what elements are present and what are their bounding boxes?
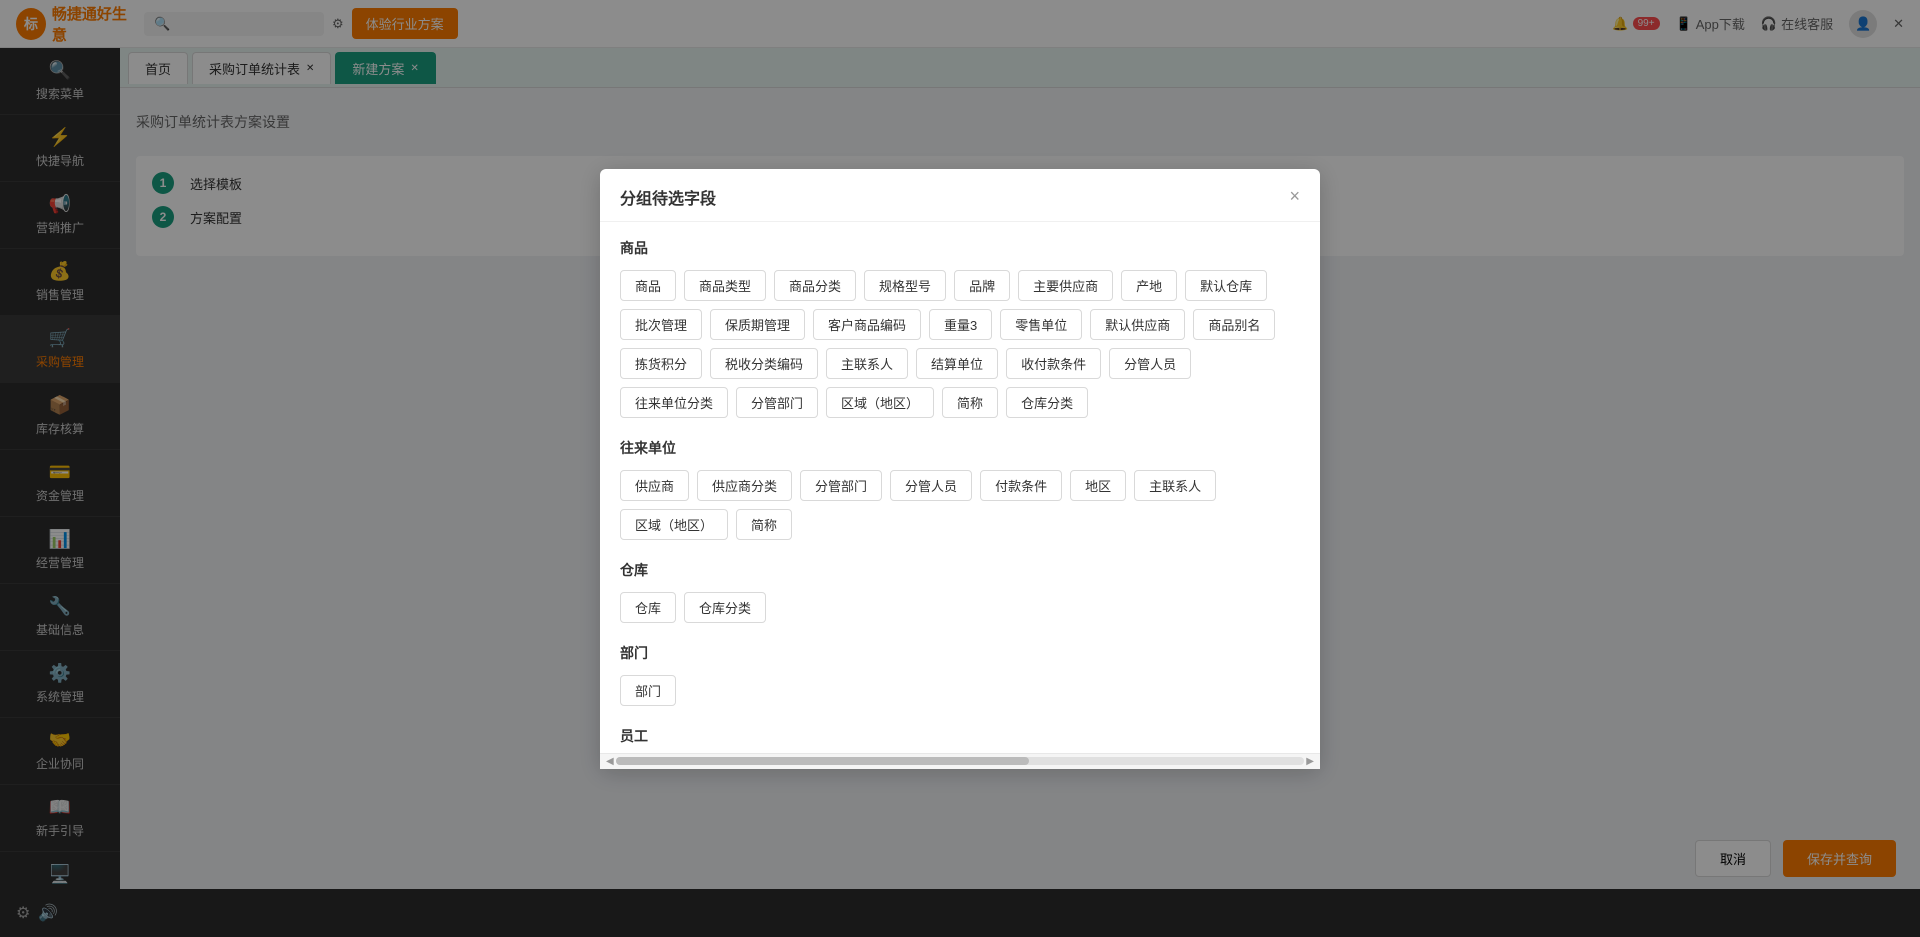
hscroll-right[interactable]: ▶ [1304, 756, 1316, 767]
field-tag-manager-staff[interactable]: 分管人员 [1109, 348, 1191, 379]
field-tag-abbr[interactable]: 简称 [942, 387, 998, 418]
field-tag-partner-manager[interactable]: 分管人员 [890, 470, 972, 501]
field-tag-product[interactable]: 商品 [620, 270, 676, 301]
section-warehouse: 仓库 仓库 仓库分类 [620, 560, 1300, 623]
field-tag-partner-region[interactable]: 区域（地区） [620, 509, 728, 540]
field-tag-default-supplier[interactable]: 默认供应商 [1090, 309, 1185, 340]
field-tag-default-warehouse[interactable]: 默认仓库 [1185, 270, 1267, 301]
hscrollbar-track[interactable] [616, 757, 1305, 765]
modal-header: 分组待选字段 × [600, 169, 1320, 222]
field-tag-payment-terms[interactable]: 收付款条件 [1006, 348, 1101, 379]
field-tag-supplier[interactable]: 供应商 [620, 470, 689, 501]
field-tag-main-supplier[interactable]: 主要供应商 [1018, 270, 1113, 301]
field-tag-partner-contact[interactable]: 主联系人 [1134, 470, 1216, 501]
section-department: 部门 部门 [620, 643, 1300, 706]
field-tag-main-contact[interactable]: 主联系人 [826, 348, 908, 379]
section-partner-title: 往来单位 [620, 438, 1300, 458]
field-tag-origin[interactable]: 产地 [1121, 270, 1177, 301]
field-tag-shelf-life[interactable]: 保质期管理 [710, 309, 805, 340]
field-tag-warehouse-cat[interactable]: 仓库分类 [1006, 387, 1088, 418]
field-tag-settlement-unit[interactable]: 结算单位 [916, 348, 998, 379]
field-tag-product-alias[interactable]: 商品别名 [1193, 309, 1275, 340]
modal-scrollbar-bar: ◀ ▶ [600, 753, 1320, 769]
hscroll-left[interactable]: ◀ [604, 756, 616, 767]
dept-fields: 部门 [620, 675, 1300, 706]
field-tag-retail-unit[interactable]: 零售单位 [1000, 309, 1082, 340]
field-tag-product-category[interactable]: 商品分类 [774, 270, 856, 301]
field-tag-payment-cond[interactable]: 付款条件 [980, 470, 1062, 501]
modal: 分组待选字段 × 商品 商品 商品类型 商品分类 规格型号 品牌 主要供应商 产… [600, 169, 1320, 769]
hscrollbar-thumb [616, 757, 1029, 765]
field-tag-tax-code[interactable]: 税收分类编码 [710, 348, 818, 379]
field-tag-partner-category[interactable]: 往来单位分类 [620, 387, 728, 418]
field-tag-partner-abbr[interactable]: 简称 [736, 509, 792, 540]
field-tag-pick-points[interactable]: 拣货积分 [620, 348, 702, 379]
modal-title: 分组待选字段 [620, 185, 716, 209]
modal-body: 商品 商品 商品类型 商品分类 规格型号 品牌 主要供应商 产地 默认仓库 批次… [600, 222, 1320, 753]
section-employee-title: 员工 [620, 726, 1300, 746]
field-tag-weight3[interactable]: 重量3 [929, 309, 992, 340]
field-tag-customer-code[interactable]: 客户商品编码 [813, 309, 921, 340]
field-tag-brand[interactable]: 品牌 [954, 270, 1010, 301]
section-product-title: 商品 [620, 238, 1300, 258]
field-tag-dept[interactable]: 部门 [620, 675, 676, 706]
field-tag-spec-model[interactable]: 规格型号 [864, 270, 946, 301]
field-tag-supplier-cat[interactable]: 供应商分类 [697, 470, 792, 501]
field-tag-warehouse[interactable]: 仓库 [620, 592, 676, 623]
section-employee: 员工 业务员 [620, 726, 1300, 753]
partner-fields: 供应商 供应商分类 分管部门 分管人员 付款条件 地区 主联系人 区域（地区） … [620, 470, 1300, 540]
section-partner: 往来单位 供应商 供应商分类 分管部门 分管人员 付款条件 地区 主联系人 区域… [620, 438, 1300, 540]
product-fields: 商品 商品类型 商品分类 规格型号 品牌 主要供应商 产地 默认仓库 批次管理 … [620, 270, 1300, 418]
section-department-title: 部门 [620, 643, 1300, 663]
field-tag-area[interactable]: 地区 [1070, 470, 1126, 501]
field-tag-region[interactable]: 区域（地区） [826, 387, 934, 418]
modal-overlay: 分组待选字段 × 商品 商品 商品类型 商品分类 规格型号 品牌 主要供应商 产… [0, 0, 1920, 937]
modal-close-button[interactable]: × [1289, 186, 1300, 207]
field-tag-warehouse-category[interactable]: 仓库分类 [684, 592, 766, 623]
field-tag-partner-dept[interactable]: 分管部门 [800, 470, 882, 501]
section-product: 商品 商品 商品类型 商品分类 规格型号 品牌 主要供应商 产地 默认仓库 批次… [620, 238, 1300, 418]
section-warehouse-title: 仓库 [620, 560, 1300, 580]
field-tag-manage-dept[interactable]: 分管部门 [736, 387, 818, 418]
warehouse-fields: 仓库 仓库分类 [620, 592, 1300, 623]
field-tag-batch-mgmt[interactable]: 批次管理 [620, 309, 702, 340]
field-tag-product-type[interactable]: 商品类型 [684, 270, 766, 301]
